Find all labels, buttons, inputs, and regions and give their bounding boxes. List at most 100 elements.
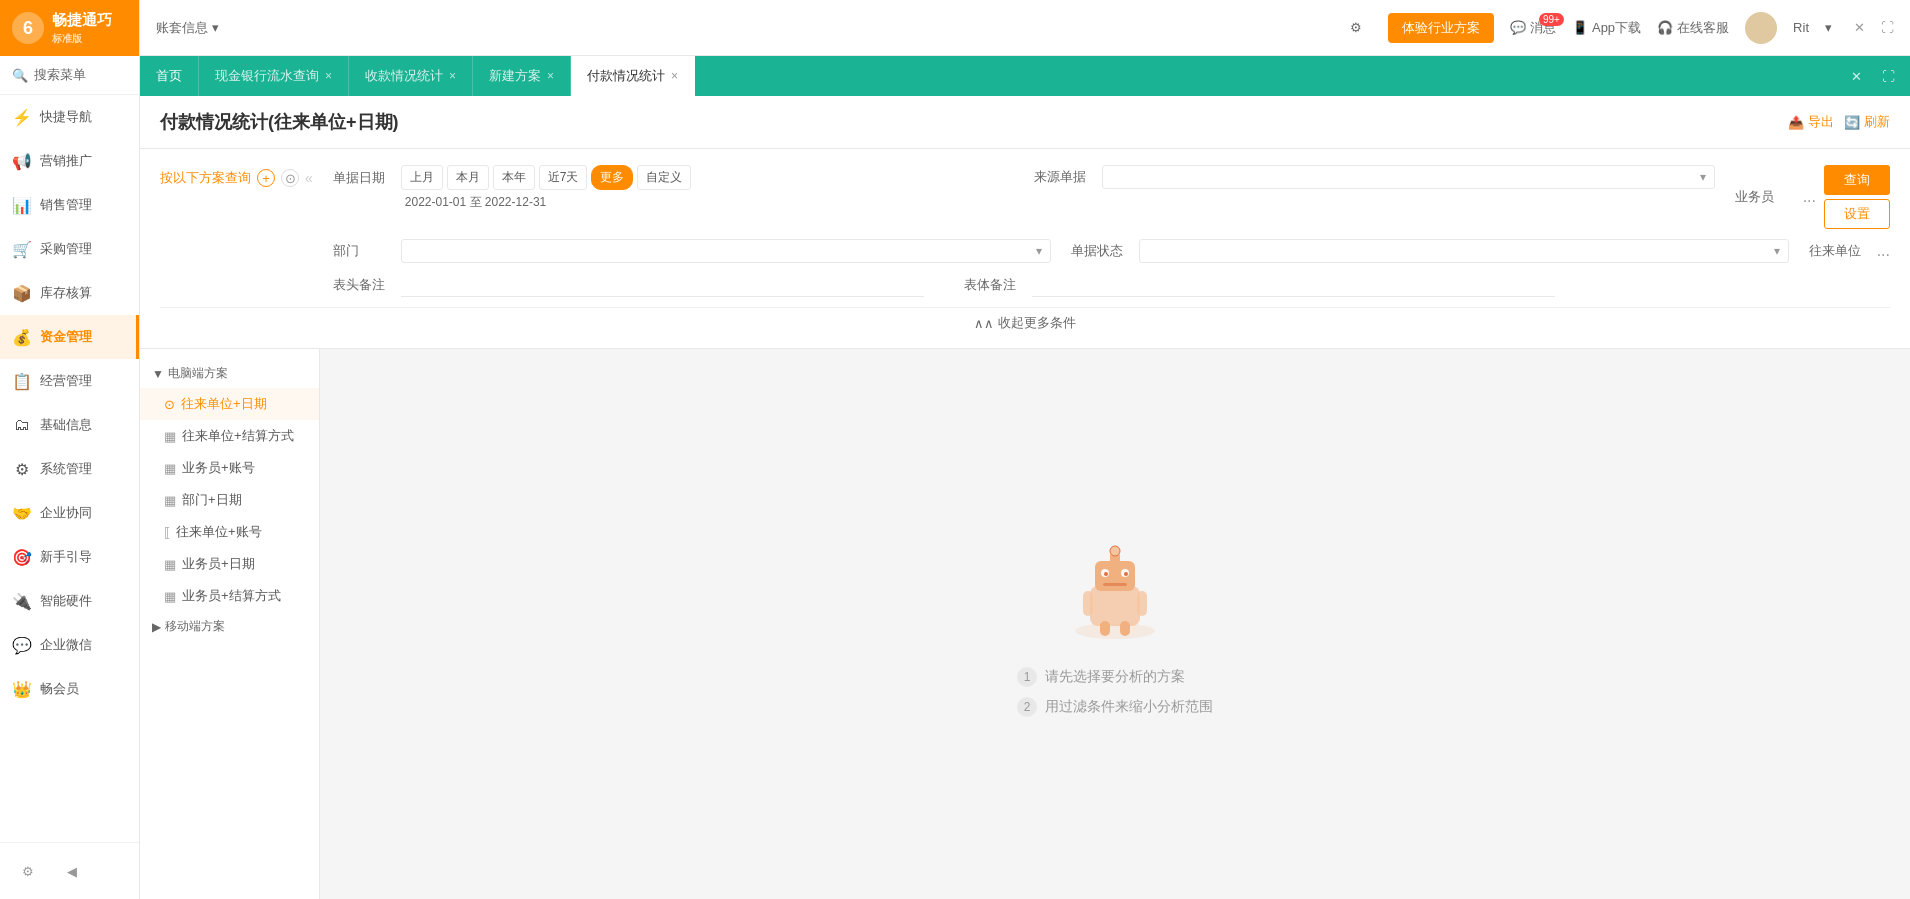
enterprise-icon: 🤝 (12, 503, 32, 523)
service-label: 在线客服 (1677, 19, 1729, 37)
salesman-label: 业务员 (1735, 188, 1795, 206)
tab-receipt-stat-close[interactable]: × (449, 70, 456, 82)
filter-row-3: 表头备注 表体备注 (333, 273, 1890, 297)
sidebar-item-member[interactable]: 👑 畅会员 (0, 667, 139, 711)
sidebar-logo: 6 畅捷通巧 标准版 (0, 0, 139, 56)
sidebar-item-system[interactable]: ⚙ 系统管理 (0, 447, 139, 491)
tab-new-scheme-close[interactable]: × (547, 70, 554, 82)
topbar-settings-btn[interactable]: ⚙ (1340, 12, 1372, 44)
weixin-icon: 💬 (12, 635, 32, 655)
date-btn-more[interactable]: 更多 (591, 165, 633, 190)
topbar-chevron-icon[interactable]: ▾ (1825, 20, 1832, 35)
scheme-item-dept-date[interactable]: ▦ 部门+日期 (140, 484, 319, 516)
tab-bank-flow-close[interactable]: × (325, 70, 332, 82)
tab-payment-stat-label: 付款情况统计 (587, 67, 665, 85)
doc-status-select-arrow: ▾ (1774, 244, 1780, 258)
collapse-more-btn[interactable]: ∧∧ 收起更多条件 (160, 307, 1890, 332)
panel-collapse-btn[interactable]: « (305, 170, 313, 186)
mobile-scheme-group-title[interactable]: ▶ 移动端方案 (140, 612, 319, 641)
trial-btn[interactable]: 体验行业方案 (1388, 13, 1494, 43)
topbar-app-download[interactable]: 📱 App下载 (1572, 19, 1641, 37)
table-head-note-input[interactable] (401, 273, 924, 297)
pc-group-label: 电脑端方案 (168, 365, 228, 382)
add-scheme-btn[interactable]: + (257, 169, 275, 187)
breadcrumb-dropdown[interactable]: ▾ (212, 20, 219, 35)
scheme-item-salesman-date[interactable]: ▦ 业务员+日期 (140, 548, 319, 580)
date-btn-this-year[interactable]: 本年 (493, 165, 535, 190)
tab-bank-flow[interactable]: 现金银行流水查询 × (199, 56, 349, 96)
filter-area: 按以下方案查询 + ⊙ « 单据日期 上月 (140, 149, 1910, 349)
svg-point-13 (1110, 546, 1120, 556)
sidebar-item-capital[interactable]: 💰 资金管理 (0, 315, 139, 359)
sidebar-item-quick-nav[interactable]: ⚡ 快捷导航 (0, 95, 139, 139)
sidebar-item-hardware[interactable]: 🔌 智能硬件 (0, 579, 139, 623)
scheme-item-counterpart-settle[interactable]: ▦ 往来单位+结算方式 (140, 420, 319, 452)
capital-icon: 💰 (12, 327, 32, 347)
salesman-ellipsis: ... (1803, 188, 1816, 206)
sidebar-item-operation[interactable]: 📋 经营管理 (0, 359, 139, 403)
settings-btn[interactable]: 设置 (1824, 199, 1890, 229)
system-icon: ⚙ (12, 459, 32, 479)
window-close-btn[interactable]: ✕ (1854, 20, 1865, 35)
sidebar: 6 畅捷通巧 标准版 🔍 搜索菜单 ⚡ 快捷导航 📢 营销推广 📊 销售管理 🛒… (0, 0, 140, 899)
doc-status-select[interactable]: ▾ (1139, 239, 1789, 263)
dept-select[interactable]: ▾ (401, 239, 1051, 263)
topbar-avatar[interactable] (1745, 12, 1777, 44)
query-btn[interactable]: 查询 (1824, 165, 1890, 195)
date-btn-this-month[interactable]: 本月 (447, 165, 489, 190)
topbar-service[interactable]: 🎧 在线客服 (1657, 19, 1729, 37)
scheme-settings-btn[interactable]: ⊙ (281, 169, 299, 187)
filter-btns-right: 查询 设置 (1824, 165, 1890, 229)
sidebar-item-marketing[interactable]: 📢 营销推广 (0, 139, 139, 183)
date-btn-custom[interactable]: 自定义 (637, 165, 691, 190)
topbar-username[interactable]: Rit (1793, 20, 1809, 35)
scheme-item-counterpart-account[interactable]: ⟦ 往来单位+账号 (140, 516, 319, 548)
source-select[interactable]: ▾ (1102, 165, 1715, 189)
scheme-item-salesman-settle[interactable]: ▦ 业务员+结算方式 (140, 580, 319, 612)
dept-label: 部门 (333, 242, 393, 260)
tab-home[interactable]: 首页 (140, 56, 199, 96)
tab-receipt-stat[interactable]: 收款情况统计 × (349, 56, 473, 96)
date-btn-7days[interactable]: 近7天 (539, 165, 588, 190)
tab-payment-stat-close[interactable]: × (671, 70, 678, 82)
sidebar-item-guide[interactable]: 🎯 新手引导 (0, 535, 139, 579)
scheme-item-counterpart-date[interactable]: ⊙ 往来单位+日期 (140, 388, 319, 420)
sidebar-item-label: 资金管理 (40, 328, 92, 346)
refresh-btn[interactable]: 🔄 刷新 (1844, 113, 1890, 131)
table-head-note-group: 表头备注 (333, 273, 924, 297)
scheme-active-icon: ⊙ (164, 397, 175, 412)
sidebar-item-label: 快捷导航 (40, 108, 92, 126)
scheme-icon-4: ⟦ (164, 525, 170, 540)
pc-scheme-group: ▼ 电脑端方案 ⊙ 往来单位+日期 ▦ 往来单位+结算方式 ▦ 业务员+账号 (140, 359, 319, 612)
scheme-item-salesman-account[interactable]: ▦ 业务员+账号 (140, 452, 319, 484)
quick-nav-icon: ⚡ (12, 107, 32, 127)
purchase-icon: 🛒 (12, 239, 32, 259)
sidebar-item-sales[interactable]: 📊 销售管理 (0, 183, 139, 227)
tab-new-scheme[interactable]: 新建方案 × (473, 56, 571, 96)
topbar-actions: ⚙ 体验行业方案 💬 消息 99+ 📱 App下载 🎧 在线客服 Rit ▾ (1340, 12, 1832, 44)
counterpart-ellipsis: ... (1877, 242, 1890, 260)
sidebar-item-basic[interactable]: 🗂 基础信息 (0, 403, 139, 447)
sidebar-item-enterprise[interactable]: 🤝 企业协同 (0, 491, 139, 535)
sidebar-settings-btn[interactable]: ⚙ (10, 853, 46, 889)
dept-filter: 部门 ▾ (333, 239, 1051, 263)
export-btn[interactable]: 📤 导出 (1788, 113, 1834, 131)
sidebar-collapse-btn[interactable]: ◀ (54, 853, 90, 889)
tip-text-1: 请先选择要分析的方案 (1045, 668, 1185, 686)
sidebar-item-inventory[interactable]: 📦 库存核算 (0, 271, 139, 315)
sidebar-search[interactable]: 🔍 搜索菜单 (0, 56, 139, 95)
tab-payment-stat[interactable]: 付款情况统计 × (571, 56, 695, 96)
table-body-note-input[interactable] (1032, 273, 1555, 297)
pc-scheme-group-title[interactable]: ▼ 电脑端方案 (140, 359, 319, 388)
sidebar-item-purchase[interactable]: 🛒 采购管理 (0, 227, 139, 271)
sidebar-item-weixin[interactable]: 💬 企业微信 (0, 623, 139, 667)
source-select-arrow: ▾ (1700, 170, 1706, 184)
topbar-message[interactable]: 💬 消息 99+ (1510, 19, 1556, 37)
window-expand-btn[interactable]: ⛶ (1881, 20, 1894, 35)
dept-select-arrow: ▾ (1036, 244, 1042, 258)
tab-close-all-btn[interactable]: ✕ (1842, 62, 1870, 90)
date-btn-last-month[interactable]: 上月 (401, 165, 443, 190)
svg-point-5 (1104, 572, 1108, 576)
tab-expand-btn[interactable]: ⛶ (1874, 62, 1902, 90)
svg-rect-7 (1103, 583, 1127, 586)
